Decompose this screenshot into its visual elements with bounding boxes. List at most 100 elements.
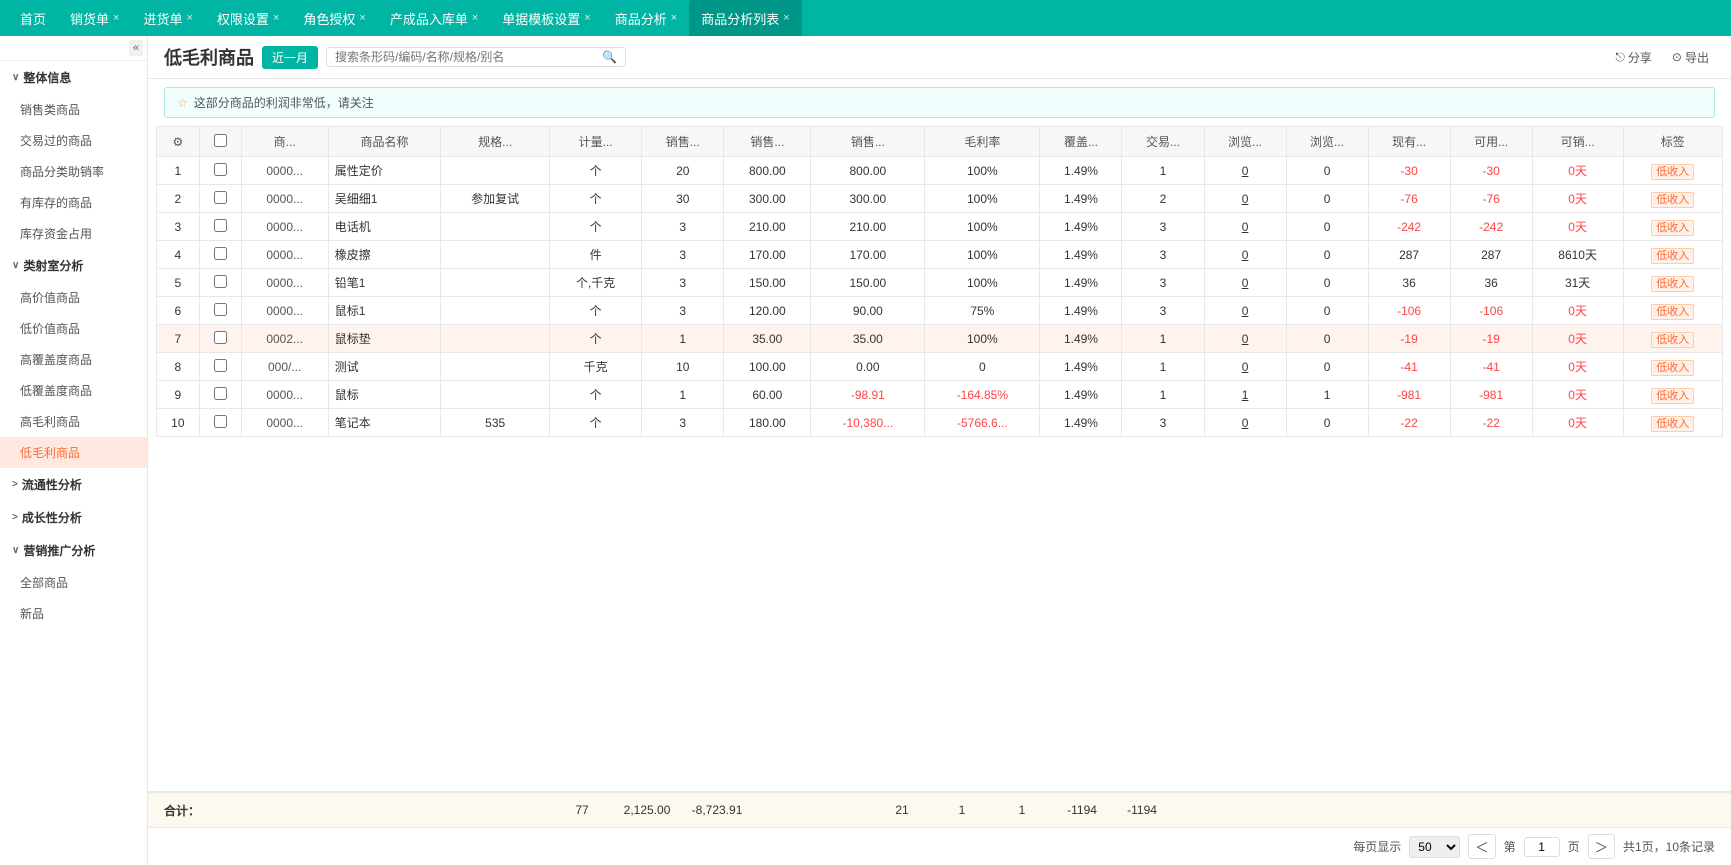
row-name[interactable]: 鼠标 bbox=[328, 381, 441, 409]
col-current-stock[interactable]: 现有... bbox=[1368, 127, 1450, 157]
row-checkbox[interactable] bbox=[199, 241, 241, 269]
row-name[interactable]: 铅笔1 bbox=[328, 269, 441, 297]
sidebar-item-low-coverage[interactable]: 低覆盖度商品 bbox=[0, 375, 147, 406]
browse-link[interactable]: 0 bbox=[1242, 360, 1249, 374]
nav-product-analysis-list[interactable]: 商品分析列表 × bbox=[689, 0, 801, 36]
sidebar-item-capital-usage[interactable]: 库存资金占用 bbox=[0, 218, 147, 249]
col-available[interactable]: 可用... bbox=[1450, 127, 1532, 157]
row-select-checkbox[interactable] bbox=[214, 191, 227, 204]
sidebar-item-sales-products[interactable]: 销售类商品 bbox=[0, 94, 147, 125]
col-browse2[interactable]: 浏览... bbox=[1286, 127, 1368, 157]
nav-close-icon[interactable]: × bbox=[671, 12, 677, 24]
col-checkbox[interactable] bbox=[199, 127, 241, 157]
row-browse1[interactable]: 0 bbox=[1204, 269, 1286, 297]
col-sales-qty[interactable]: 销售... bbox=[642, 127, 724, 157]
row-name[interactable]: 电话机 bbox=[328, 213, 441, 241]
sidebar-group-marketing[interactable]: ∨ 营销推广分析 bbox=[0, 534, 147, 567]
row-checkbox[interactable] bbox=[199, 325, 241, 353]
row-select-checkbox[interactable] bbox=[214, 275, 227, 288]
nav-sales-order[interactable]: 销货单 × bbox=[58, 0, 131, 36]
row-checkbox[interactable] bbox=[199, 409, 241, 437]
col-code[interactable]: 商... bbox=[241, 127, 328, 157]
sidebar-group-circulation[interactable]: > 流通性分析 bbox=[0, 468, 147, 501]
sidebar-group-growth[interactable]: > 成长性分析 bbox=[0, 501, 147, 534]
sidebar-item-category-rate[interactable]: 商品分类助销率 bbox=[0, 156, 147, 187]
row-select-checkbox[interactable] bbox=[214, 331, 227, 344]
nav-product-analysis[interactable]: 商品分析 × bbox=[603, 0, 689, 36]
row-browse1[interactable]: 1 bbox=[1204, 381, 1286, 409]
browse-link[interactable]: 1 bbox=[1242, 388, 1249, 402]
sidebar-item-high-coverage[interactable]: 高覆盖度商品 bbox=[0, 344, 147, 375]
search-input[interactable] bbox=[335, 50, 602, 64]
browse-link[interactable]: 0 bbox=[1242, 332, 1249, 346]
browse-link[interactable]: 0 bbox=[1242, 192, 1249, 206]
row-name[interactable]: 属性定价 bbox=[328, 157, 441, 185]
nav-close-icon[interactable]: × bbox=[359, 12, 365, 24]
row-select-checkbox[interactable] bbox=[214, 247, 227, 260]
sidebar-item-low-margin[interactable]: 低毛利商品 bbox=[0, 437, 147, 468]
nav-close-icon[interactable]: × bbox=[472, 12, 478, 24]
sidebar-item-high-margin[interactable]: 高毛利商品 bbox=[0, 406, 147, 437]
row-browse1[interactable]: 0 bbox=[1204, 185, 1286, 213]
row-name[interactable]: 笔记本 bbox=[328, 409, 441, 437]
browse-link[interactable]: 0 bbox=[1242, 220, 1249, 234]
page-size-select[interactable]: 50 100 200 bbox=[1409, 836, 1460, 858]
browse-link[interactable]: 0 bbox=[1242, 276, 1249, 290]
row-checkbox[interactable] bbox=[199, 269, 241, 297]
col-gross-rate[interactable]: 毛利率 bbox=[925, 127, 1040, 157]
sidebar-item-all-products[interactable]: 全部商品 bbox=[0, 567, 147, 598]
row-name[interactable]: 吴细细1 bbox=[328, 185, 441, 213]
row-select-checkbox[interactable] bbox=[214, 219, 227, 232]
sidebar-group-class-analysis[interactable]: ∨ 类射室分析 bbox=[0, 249, 147, 282]
col-cover-rate[interactable]: 覆盖... bbox=[1040, 127, 1122, 157]
col-settings[interactable]: ⚙ bbox=[157, 127, 200, 157]
nav-product-entry[interactable]: 产成品入库单 × bbox=[378, 0, 490, 36]
row-checkbox[interactable] bbox=[199, 381, 241, 409]
row-browse1[interactable]: 0 bbox=[1204, 213, 1286, 241]
row-checkbox[interactable] bbox=[199, 185, 241, 213]
prev-page-button[interactable]: ＜ bbox=[1468, 834, 1495, 859]
nav-close-icon[interactable]: × bbox=[113, 12, 119, 24]
nav-home[interactable]: 首页 bbox=[8, 0, 58, 36]
col-saleable[interactable]: 可销... bbox=[1532, 127, 1623, 157]
col-transaction[interactable]: 交易... bbox=[1122, 127, 1204, 157]
browse-link[interactable]: 0 bbox=[1242, 304, 1249, 318]
search-icon[interactable]: 🔍 bbox=[602, 50, 617, 64]
row-browse1[interactable]: 0 bbox=[1204, 157, 1286, 185]
col-spec[interactable]: 规格... bbox=[441, 127, 550, 157]
row-name[interactable]: 橡皮擦 bbox=[328, 241, 441, 269]
row-checkbox[interactable] bbox=[199, 157, 241, 185]
sidebar-item-traded-products[interactable]: 交易过的商品 bbox=[0, 125, 147, 156]
browse-link[interactable]: 0 bbox=[1242, 164, 1249, 178]
sidebar-item-in-stock[interactable]: 有库存的商品 bbox=[0, 187, 147, 218]
row-browse1[interactable]: 0 bbox=[1204, 241, 1286, 269]
next-page-button[interactable]: ＞ bbox=[1588, 834, 1615, 859]
row-checkbox[interactable] bbox=[199, 213, 241, 241]
row-select-checkbox[interactable] bbox=[214, 415, 227, 428]
nav-purchase-order[interactable]: 进货单 × bbox=[131, 0, 204, 36]
date-filter-button[interactable]: 近一月 bbox=[262, 46, 318, 69]
sidebar-group-overall[interactable]: ∨ 整体信息 bbox=[0, 61, 147, 94]
col-name[interactable]: 商品名称 bbox=[328, 127, 441, 157]
browse-link[interactable]: 0 bbox=[1242, 416, 1249, 430]
nav-role-auth[interactable]: 角色授权 × bbox=[291, 0, 377, 36]
page-number-input[interactable] bbox=[1524, 837, 1560, 857]
nav-close-icon[interactable]: × bbox=[584, 12, 590, 24]
col-sales-amount[interactable]: 销售... bbox=[811, 127, 925, 157]
nav-close-icon[interactable]: × bbox=[186, 12, 192, 24]
sidebar-item-high-value[interactable]: 高价值商品 bbox=[0, 282, 147, 313]
nav-close-icon[interactable]: × bbox=[783, 12, 789, 24]
row-select-checkbox[interactable] bbox=[214, 163, 227, 176]
row-checkbox[interactable] bbox=[199, 297, 241, 325]
row-select-checkbox[interactable] bbox=[214, 303, 227, 316]
nav-permissions[interactable]: 权限设置 × bbox=[205, 0, 291, 36]
row-select-checkbox[interactable] bbox=[214, 359, 227, 372]
export-button[interactable]: ⊙ 导出 bbox=[1666, 46, 1715, 69]
nav-template-settings[interactable]: 单据模板设置 × bbox=[490, 0, 602, 36]
row-browse1[interactable]: 0 bbox=[1204, 297, 1286, 325]
row-name[interactable]: 测试 bbox=[328, 353, 441, 381]
row-browse1[interactable]: 0 bbox=[1204, 409, 1286, 437]
sidebar-collapse-button[interactable]: « bbox=[129, 40, 143, 56]
col-unit[interactable]: 计量... bbox=[550, 127, 642, 157]
browse-link[interactable]: 0 bbox=[1242, 248, 1249, 262]
